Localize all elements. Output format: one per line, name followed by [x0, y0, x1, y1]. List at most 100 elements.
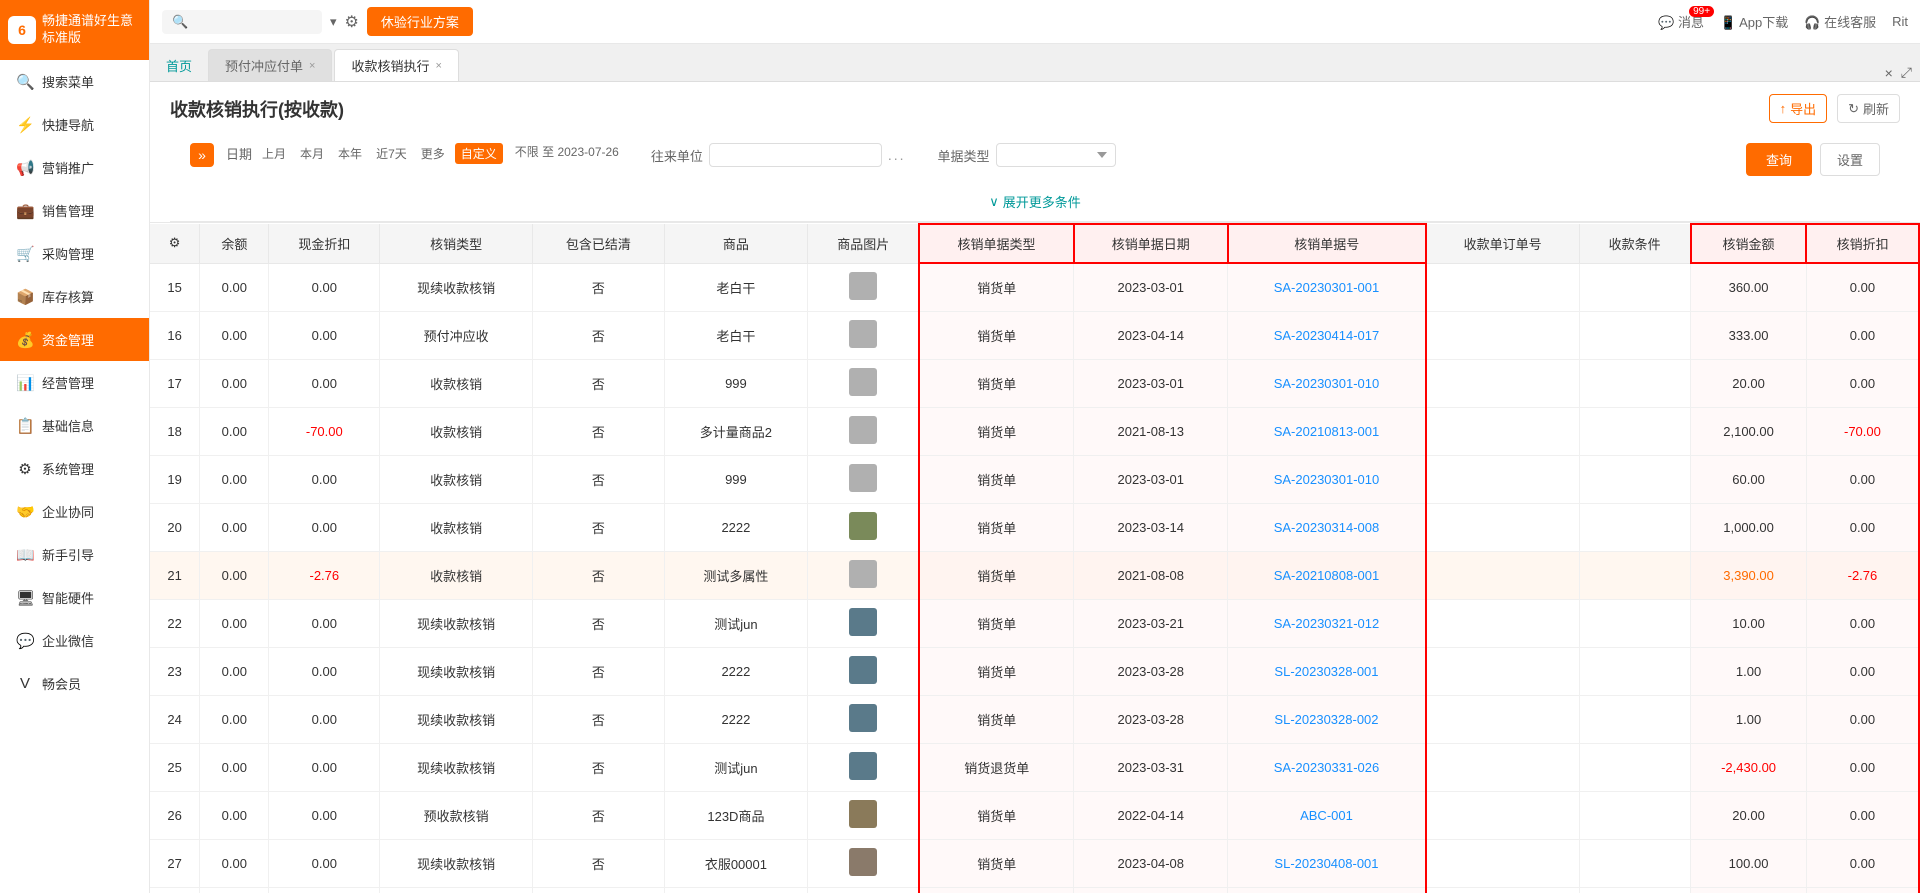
online-service-link[interactable]: 🎧 在线客服: [1804, 12, 1876, 31]
col-header-product: 商品: [664, 224, 807, 263]
cell-bill_type-3: 销货单: [919, 407, 1073, 455]
industry-btn[interactable]: 休验行业方案: [367, 7, 473, 36]
sidebar-item-14[interactable]: V 畅会员: [0, 662, 149, 705]
filter-settings-button[interactable]: 设置: [1820, 143, 1880, 176]
table-row: 220.000.00现续收款核销否测试jun销货单2023-03-21SA-20…: [150, 599, 1919, 647]
window-resize-icon[interactable]: ⤢: [1901, 64, 1912, 81]
sidebar-item-3[interactable]: 💼 销售管理: [0, 189, 149, 232]
bill-no-link-2[interactable]: SA-20230301-010: [1274, 376, 1380, 391]
sidebar-item-7[interactable]: 📊 经营管理: [0, 361, 149, 404]
filter-bill-type-select[interactable]: [996, 143, 1116, 167]
sidebar-item-13[interactable]: 💬 企业微信: [0, 619, 149, 662]
sidebar-item-0[interactable]: 🔍 搜索菜单: [0, 60, 149, 103]
bill-no-link-10[interactable]: SA-20230331-026: [1274, 760, 1380, 775]
cell-bill_no-12: SL-20230408-001: [1228, 839, 1426, 887]
cell-balance-10: 0.00: [200, 743, 269, 791]
product-image-9: [849, 704, 877, 732]
cell-cash_discount-0: 0.00: [269, 263, 380, 311]
sidebar-icon-7: 📊: [16, 374, 34, 392]
export-button[interactable]: ↑ 导出: [1769, 94, 1828, 123]
sidebar-icon-10: 🤝: [16, 503, 34, 521]
sidebar-item-11[interactable]: 📖 新手引导: [0, 533, 149, 576]
cell-balance-13: 0.00: [200, 887, 269, 893]
cell-writeoff_type-6: 收款核销: [380, 551, 533, 599]
date-btn-this-year[interactable]: 本年: [334, 143, 366, 164]
sidebar-item-12[interactable]: 🖥 智能硬件: [0, 576, 149, 619]
sidebar-item-4[interactable]: 🛒 采购管理: [0, 232, 149, 275]
cell-bill_date-13: 2023-04-18: [1074, 887, 1228, 893]
cell-writeoff_amount-1: 333.00: [1691, 311, 1807, 359]
notification-badge[interactable]: 💬 消息 99+: [1658, 12, 1704, 31]
bill-no-link-11[interactable]: ABC-001: [1300, 808, 1353, 823]
sidebar-item-2[interactable]: 📢 营销推广: [0, 146, 149, 189]
date-btn-this-month[interactable]: 本月: [296, 143, 328, 164]
bill-no-link-12[interactable]: SL-20230408-001: [1274, 856, 1378, 871]
date-btn-7days[interactable]: 近7天: [372, 143, 411, 164]
cell-bill_type-10: 销货退货单: [919, 743, 1073, 791]
tab-writeoff[interactable]: 收款核销执行 ×: [334, 49, 458, 81]
cell-receipt_order_no-10: [1426, 743, 1579, 791]
sidebar-item-5[interactable]: 📦 库存核算: [0, 275, 149, 318]
cell-writeoff_type-3: 收款核销: [380, 407, 533, 455]
bill-no-link-1[interactable]: SA-20230414-017: [1274, 328, 1380, 343]
cell-receipt_order_no-2: [1426, 359, 1579, 407]
date-btn-more[interactable]: 更多: [417, 143, 449, 164]
sidebar-label-1: 快捷导航: [42, 115, 94, 134]
expand-more-button[interactable]: ∨ 展开更多条件: [989, 192, 1081, 211]
product-image-11: [849, 800, 877, 828]
window-close-icon[interactable]: ×: [1885, 65, 1893, 81]
user-info[interactable]: Rit: [1892, 14, 1908, 29]
sidebar-item-6[interactable]: 💰 资金管理: [0, 318, 149, 361]
tab-prepay-close-icon[interactable]: ×: [309, 60, 315, 72]
query-button[interactable]: 查询: [1746, 143, 1812, 176]
settings-gear-icon[interactable]: ⚙: [345, 12, 359, 32]
bill-no-link-9[interactable]: SL-20230328-002: [1274, 712, 1378, 727]
date-custom-button[interactable]: 自定义: [455, 143, 503, 164]
cell-include_settled-13: 否: [532, 887, 664, 893]
cell-product-5: 2222: [664, 503, 807, 551]
tab-writeoff-close-icon[interactable]: ×: [435, 60, 441, 72]
date-btn-last-month[interactable]: 上月: [258, 143, 290, 164]
sidebar-icon-3: 💼: [16, 202, 34, 220]
cell-bill_type-8: 销货单: [919, 647, 1073, 695]
cell-include_settled-5: 否: [532, 503, 664, 551]
col-header-receipt_condition: 收款条件: [1579, 224, 1691, 263]
cell-receipt_order_no-8: [1426, 647, 1579, 695]
cell-product-6: 测试多属性: [664, 551, 807, 599]
filter-toggle-button[interactable]: »: [190, 143, 214, 167]
cell-bill_no-6: SA-20210808-001: [1228, 551, 1426, 599]
search-box[interactable]: 🔍: [162, 10, 322, 34]
table-body: 150.000.00现续收款核销否老白干销货单2023-03-01SA-2023…: [150, 263, 1919, 893]
cell-cash_discount-5: 0.00: [269, 503, 380, 551]
filter-date-options: 上月 本月 本年 近7天 更多 自定义: [258, 143, 503, 164]
bill-no-link-6[interactable]: SA-20210808-001: [1274, 568, 1380, 583]
cell-writeoff_type-4: 收款核销: [380, 455, 533, 503]
bill-no-link-7[interactable]: SA-20230321-012: [1274, 616, 1380, 631]
sidebar-item-10[interactable]: 🤝 企业协同: [0, 490, 149, 533]
sidebar-item-9[interactable]: ⚙ 系统管理: [0, 447, 149, 490]
cell-balance-7: 0.00: [200, 599, 269, 647]
bill-no-link-0[interactable]: SA-20230301-001: [1274, 280, 1380, 295]
bill-no-link-8[interactable]: SL-20230328-001: [1274, 664, 1378, 679]
sidebar-item-1[interactable]: ⚡ 快捷导航: [0, 103, 149, 146]
cell-bill_no-8: SL-20230328-001: [1228, 647, 1426, 695]
sidebar-item-8[interactable]: 📋 基础信息: [0, 404, 149, 447]
bill-no-link-4[interactable]: SA-20230301-010: [1274, 472, 1380, 487]
topbar-dropdown[interactable]: ▾: [330, 14, 337, 30]
bill-no-link-3[interactable]: SA-20210813-001: [1274, 424, 1380, 439]
chevron-down-icon: ∨: [989, 194, 999, 210]
filter-from-unit-input[interactable]: [709, 143, 882, 167]
cell-writeoff_type-10: 现续收款核销: [380, 743, 533, 791]
cell-balance-5: 0.00: [200, 503, 269, 551]
refresh-button[interactable]: ↻ 刷新: [1837, 94, 1900, 123]
bill-no-link-5[interactable]: SA-20230314-008: [1274, 520, 1380, 535]
filter-dots-icon[interactable]: ...: [888, 147, 906, 163]
sidebar-label-4: 采购管理: [42, 244, 94, 263]
tab-home[interactable]: 首页: [150, 49, 208, 81]
cell-writeoff_amount-13: 100.00: [1691, 887, 1807, 893]
tab-prepay[interactable]: 预付冲应付单 ×: [208, 49, 332, 81]
cell-bill_no-7: SA-20230321-012: [1228, 599, 1426, 647]
app-download-link[interactable]: 📱 App下载: [1720, 12, 1788, 31]
cell-cash_discount-12: 0.00: [269, 839, 380, 887]
cell-seq-3: 18: [150, 407, 200, 455]
